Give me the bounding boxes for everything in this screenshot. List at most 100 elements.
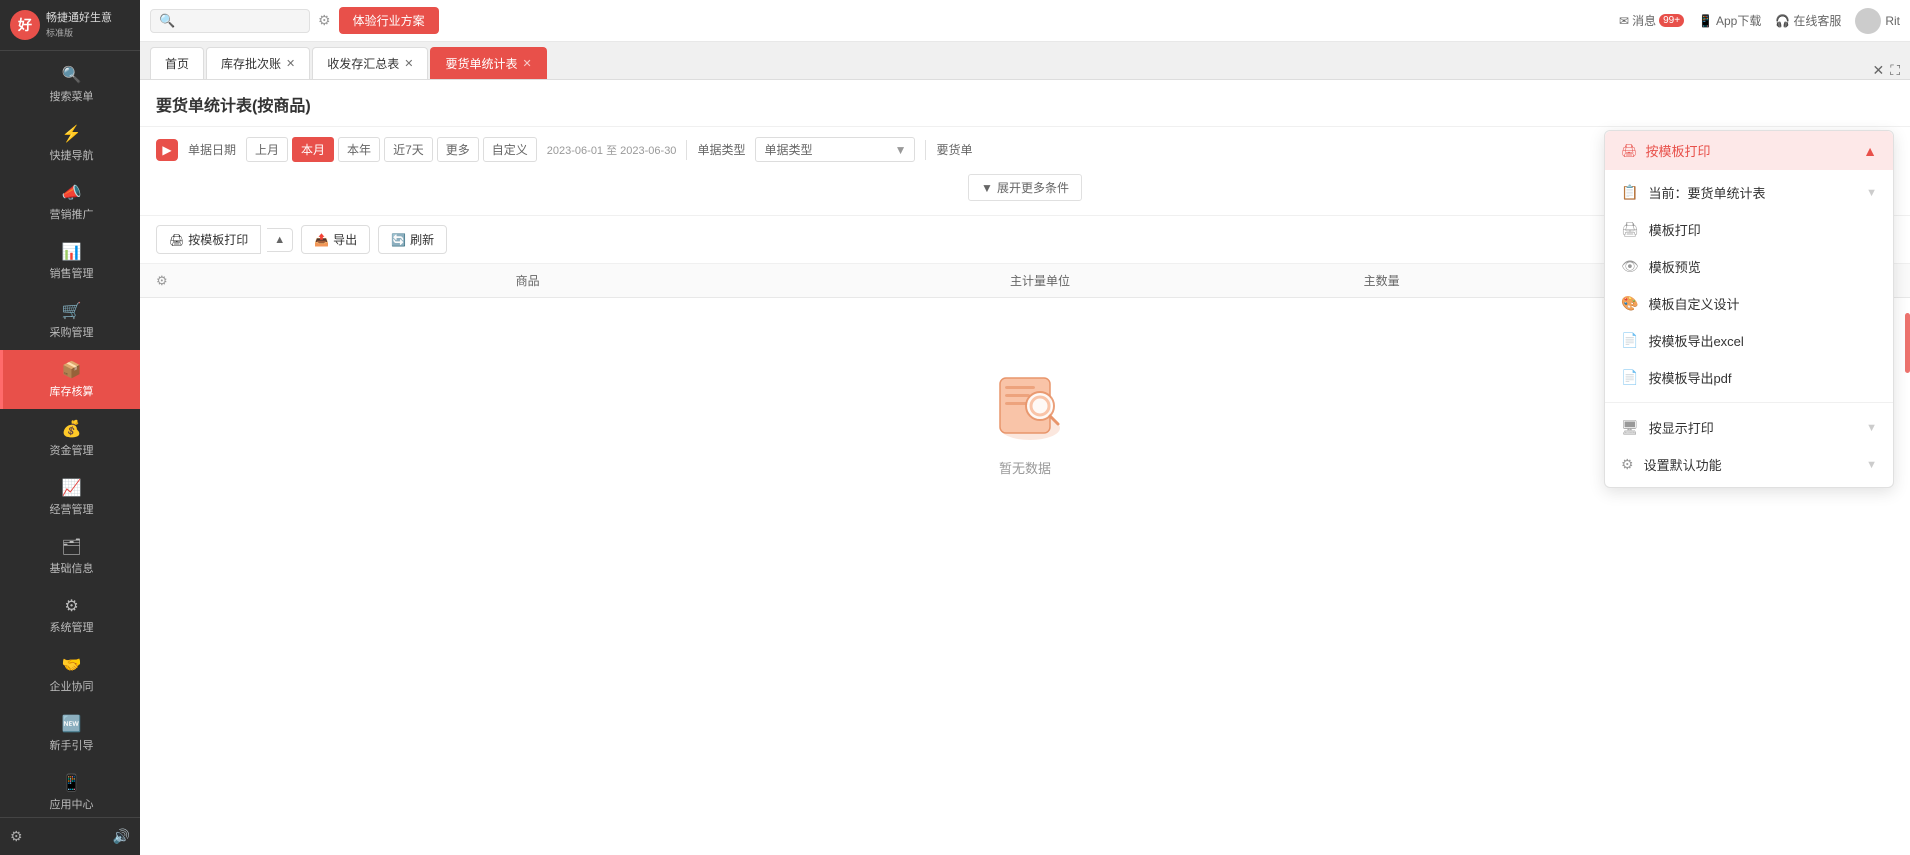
dropdown-item-default-func[interactable]: ⚙ 设置默认功能 ▼: [1605, 446, 1893, 483]
nav-icon-system: ⚙: [64, 596, 78, 616]
tab-collection-close[interactable]: ✕: [404, 57, 413, 70]
sound-icon[interactable]: 🔊: [113, 828, 130, 845]
template-print-icon: 🖨: [1621, 221, 1639, 238]
dropdown-title-text: 按模板打印: [1646, 141, 1711, 160]
date-btn-current-year[interactable]: 本年: [338, 137, 380, 162]
order-type-select[interactable]: 单据类型 ▼: [755, 137, 915, 162]
search-box[interactable]: 🔍: [150, 9, 310, 33]
current-arrow-icon: ▼: [1866, 187, 1877, 199]
filter-divider-1: [686, 140, 687, 160]
avatar: [1855, 8, 1881, 34]
tab-order-stat[interactable]: 要货单统计表 ✕: [430, 47, 546, 79]
refresh-label: 刷新: [410, 231, 434, 248]
nav-label-purchase: 采购管理: [50, 324, 94, 340]
settings-icon[interactable]: ⚙: [10, 828, 23, 845]
nav-icon-finance: 💰: [62, 419, 82, 439]
sidebar-item-base[interactable]: 🗂 基础信息: [0, 527, 140, 586]
template-preview-label: 模板预览: [1649, 257, 1877, 276]
nav-icon-operation: 📈: [62, 478, 82, 498]
main-content: 🔍 ⚙ 体验行业方案 ✉ 消息 99+ 📱 App下载 🎧 在线客服 Rit: [140, 0, 1910, 855]
user-name: Rit: [1885, 14, 1900, 28]
expand-more-button[interactable]: ▼ 展开更多条件: [968, 174, 1082, 201]
date-btn-7days[interactable]: 近7天: [384, 137, 433, 162]
sidebar-item-sales[interactable]: 📊 销售管理: [0, 232, 140, 291]
dropdown-item-display-print[interactable]: 🖥 按显示打印 ▼: [1605, 409, 1893, 446]
message-label: 消息: [1632, 12, 1656, 29]
app-download-label: App下载: [1716, 12, 1761, 29]
scrollbar-indicator[interactable]: [1905, 313, 1910, 373]
sidebar-item-purchase[interactable]: 🛒 采购管理: [0, 291, 140, 350]
template-design-icon: 🎨: [1621, 295, 1638, 312]
page-header: 要货单统计表(按商品): [140, 80, 1910, 127]
window-close-icon[interactable]: ✕: [1872, 62, 1884, 79]
app-badge: 标准版: [46, 26, 112, 39]
expand-arrow-icon: ▼: [981, 181, 993, 195]
search-input[interactable]: [175, 14, 275, 28]
date-btn-more[interactable]: 更多: [437, 137, 479, 162]
print-template-button[interactable]: 🖨 按模板打印: [156, 225, 261, 254]
export-pdf-icon: 📄: [1621, 369, 1638, 386]
app-download-button[interactable]: 📱 App下载: [1698, 12, 1761, 29]
sidebar: 好 畅捷通好生意 标准版 🔍 搜索菜单 ⚡ 快捷导航 📣 营销推广 📊 销售管理…: [0, 0, 140, 855]
sidebar-item-finance[interactable]: 💰 资金管理: [0, 409, 140, 468]
current-doc-icon: 📋: [1621, 184, 1638, 201]
topbar: 🔍 ⚙ 体验行业方案 ✉ 消息 99+ 📱 App下载 🎧 在线客服 Rit: [140, 0, 1910, 42]
date-btn-custom[interactable]: 自定义: [483, 137, 537, 162]
sidebar-item-appstore[interactable]: 📱 应用中心: [0, 763, 140, 817]
sidebar-item-corp[interactable]: 🤝 企业协同: [0, 645, 140, 704]
nav-icon-corp: 🤝: [62, 655, 82, 675]
date-btn-current-month[interactable]: 本月: [292, 137, 334, 162]
dropdown-item-template-design[interactable]: 🎨 模板自定义设计: [1605, 285, 1893, 322]
nav-label-system: 系统管理: [50, 619, 94, 635]
sidebar-item-system[interactable]: ⚙ 系统管理: [0, 586, 140, 645]
online-service-button[interactable]: 🎧 在线客服: [1775, 12, 1841, 29]
sidebar-item-operation[interactable]: 📈 经营管理: [0, 468, 140, 527]
dropdown-title: 🖨 按模板打印: [1621, 141, 1711, 160]
page-title: 要货单统计表(按商品): [156, 92, 1894, 116]
tab-collection[interactable]: 收发存汇总表 ✕: [312, 47, 428, 79]
dropdown-item-current[interactable]: 📋 当前：要货单统计表 ▼: [1605, 174, 1893, 211]
dropdown-item-export-excel[interactable]: 📄 按模板导出excel: [1605, 322, 1893, 359]
tab-home[interactable]: 首页: [150, 47, 204, 79]
trial-button[interactable]: 体验行业方案: [339, 7, 439, 34]
gear-icon[interactable]: ⚙: [318, 12, 331, 29]
message-button[interactable]: ✉ 消息 99+: [1619, 12, 1684, 29]
col-settings-icon[interactable]: ⚙: [156, 273, 186, 289]
tab-batch-close[interactable]: ✕: [286, 57, 295, 70]
col-quantity: 主数量: [1211, 272, 1553, 289]
dropdown-item-template-preview[interactable]: 👁 模板预览: [1605, 248, 1893, 285]
dropdown-item-export-pdf[interactable]: 📄 按模板导出pdf: [1605, 359, 1893, 396]
dropdown-divider: [1605, 402, 1893, 403]
empty-icon: [975, 358, 1075, 448]
filter-expand-button[interactable]: ▶: [156, 139, 178, 161]
dropdown-close-icon[interactable]: ▲: [1863, 143, 1877, 159]
tab-home-label: 首页: [165, 55, 189, 72]
nav-label-quick: 快捷导航: [50, 147, 94, 163]
refresh-button[interactable]: 🔄 刷新: [378, 225, 447, 254]
logo-icon: 好: [10, 10, 40, 40]
date-btn-last-month[interactable]: 上月: [246, 137, 288, 162]
user-area[interactable]: Rit: [1855, 8, 1900, 34]
nav-label-base: 基础信息: [50, 560, 94, 576]
online-service-label: 在线客服: [1793, 12, 1841, 29]
template-design-label: 模板自定义设计: [1648, 294, 1877, 313]
dropdown-item-template-print[interactable]: 🖨 模板打印: [1605, 211, 1893, 248]
refresh-icon: 🔄: [391, 233, 406, 247]
sidebar-item-quick[interactable]: ⚡ 快捷导航: [0, 114, 140, 173]
message-badge: 99+: [1659, 14, 1684, 27]
sidebar-item-marketing[interactable]: 📣 营销推广: [0, 173, 140, 232]
sidebar-item-inventory[interactable]: 📦 库存核算: [0, 350, 140, 409]
print-label: 按模板打印: [188, 231, 248, 248]
print-dropdown-button[interactable]: ▲: [267, 228, 293, 252]
sidebar-item-guide[interactable]: 🆕 新手引导: [0, 704, 140, 763]
content-wrapper: 要货单统计表(按商品) ▶ 单据日期 上月 本月 本年 近7天 更多 自定义 2…: [140, 80, 1910, 855]
tab-order-stat-close[interactable]: ✕: [523, 57, 532, 70]
date-range-display: 2023-06-01 至 2023-06-30: [547, 142, 677, 158]
sidebar-item-search[interactable]: 🔍 搜索菜单: [0, 55, 140, 114]
tab-batch[interactable]: 库存批次账 ✕: [206, 47, 310, 79]
window-maximize-icon[interactable]: ⛶: [1890, 62, 1900, 79]
nav-label-finance: 资金管理: [50, 442, 94, 458]
expand-more-label: 展开更多条件: [997, 179, 1069, 196]
export-button[interactable]: 📤 导出: [301, 225, 370, 254]
window-controls: ✕ ⛶: [1872, 62, 1900, 79]
